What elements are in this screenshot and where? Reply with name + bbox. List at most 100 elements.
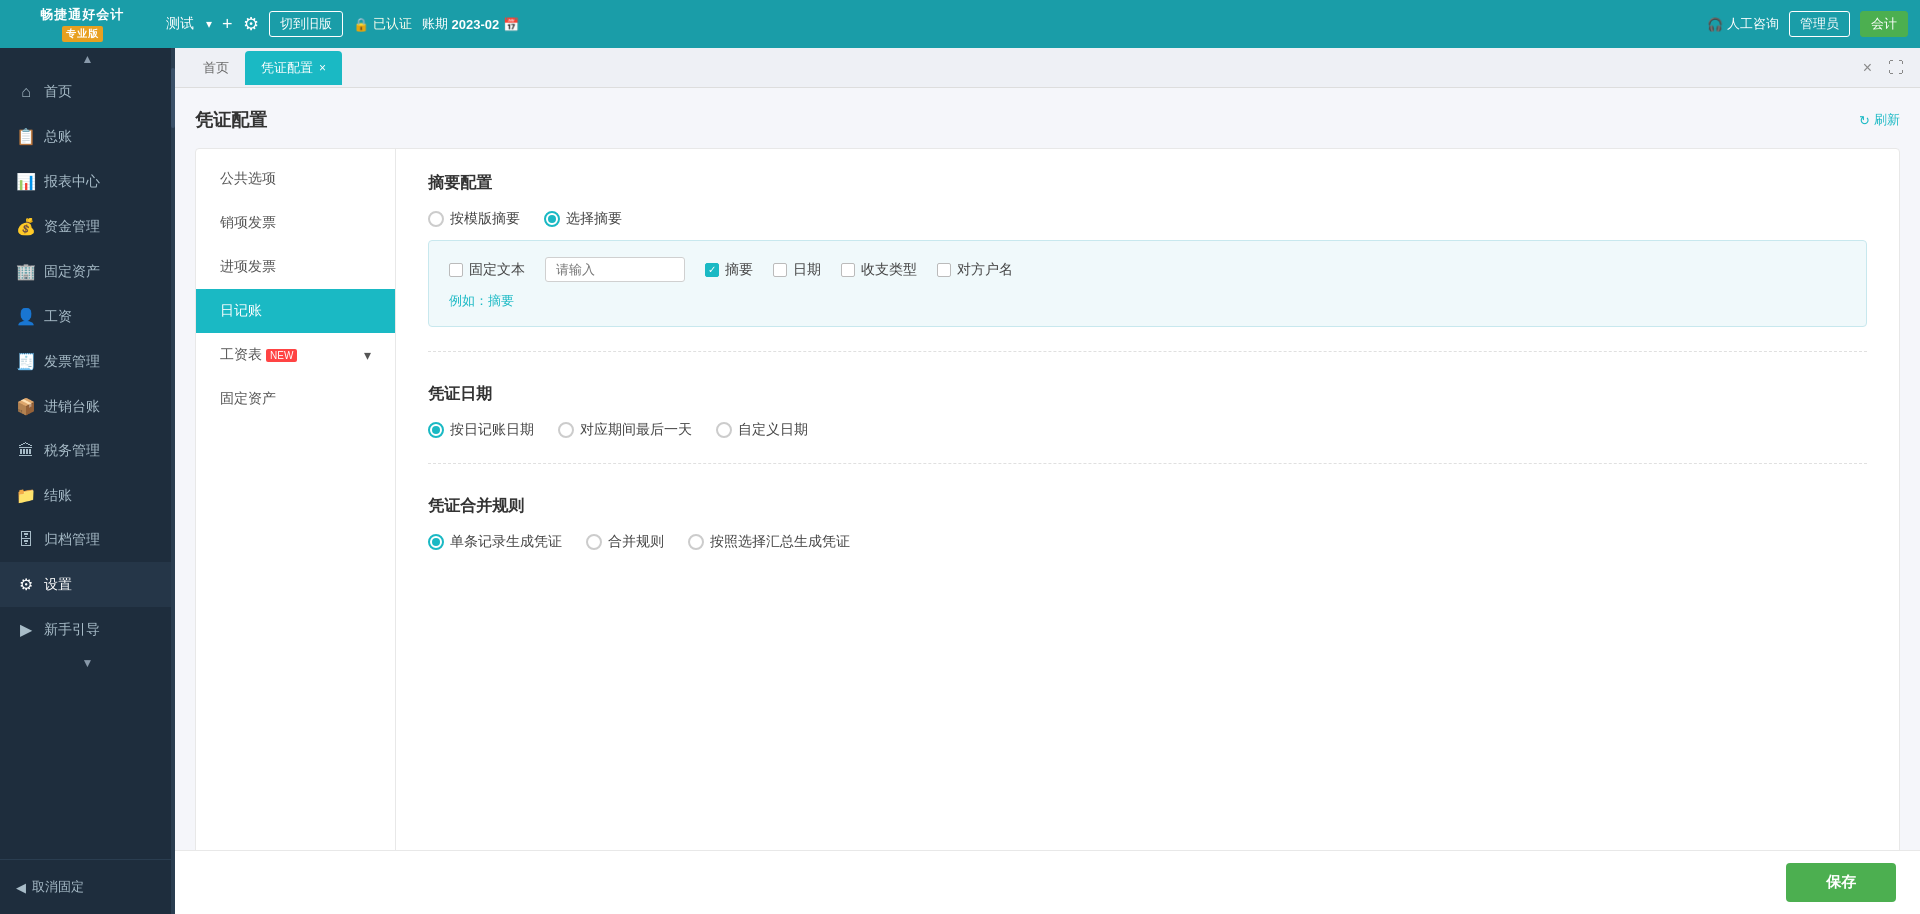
summary-title: 摘要配置 [428,173,1867,194]
refresh-button[interactable]: ↻ 刷新 [1859,111,1900,129]
old-version-button[interactable]: 切到旧版 [269,11,343,37]
calendar-icon[interactable]: 📅 [503,17,519,32]
date-radio-journal[interactable]: 按日记账日期 [428,421,534,439]
sidebar-item-home[interactable]: ⌂ 首页 [0,70,175,114]
header-right: 🎧 人工咨询 管理员 会计 [1707,11,1908,37]
capital-icon: 💰 [16,217,36,236]
sidebar-item-sales[interactable]: 📦 进销台账 [0,384,175,429]
sidebar-label-capital: 资金管理 [44,218,100,236]
logo-sub: 专业版 [62,26,103,42]
merge-radio-group: 单条记录生成凭证 合并规则 按照选择汇总生成凭证 [428,533,1867,551]
company-name: 测试 [166,15,194,33]
sidebar-item-tax[interactable]: 🏛 税务管理 [0,429,175,473]
archive-icon: 🗄 [16,531,36,549]
save-button[interactable]: 保存 [1786,863,1896,902]
summary-radio-template[interactable]: 按模版摘要 [428,210,520,228]
radio-rule-label: 合并规则 [608,533,664,551]
service-button[interactable]: 🎧 人工咨询 [1707,15,1779,33]
tab-controls: × ⛶ [1859,55,1908,81]
sidebar-item-archive[interactable]: 🗄 归档管理 [0,518,175,562]
left-nav-fixed-assets[interactable]: 固定资产 [196,377,395,421]
sidebar-label-tax: 税务管理 [44,442,100,460]
sidebar-item-assets[interactable]: 🏢 固定资产 [0,249,175,294]
close-window-icon[interactable]: × [1859,55,1876,81]
sidebar-item-invoice[interactable]: 🧾 发票管理 [0,339,175,384]
settings-icon: ⚙ [16,575,36,594]
radio-single-circle [428,534,444,550]
checkbox-inout-type[interactable]: 收支类型 [841,261,917,279]
checkbox-counterpart-label: 对方户名 [957,261,1013,279]
admin-button[interactable]: 管理员 [1789,11,1850,37]
summary-section: 摘要配置 按模版摘要 选择摘要 [428,173,1867,352]
cancel-fixed-button[interactable]: ◀ 取消固定 [0,868,175,906]
refresh-label: 刷新 [1874,111,1900,129]
radio-template-label: 按模版摘要 [450,210,520,228]
sidebar-bottom: ◀ 取消固定 [0,859,175,914]
sidebar-label-home: 首页 [44,83,72,101]
logo-area: 畅捷通好会计 专业版 [12,6,152,42]
sidebar-scroll-down[interactable]: ▼ [0,652,175,674]
date-section: 凭证日期 按日记账日期 对应期间最后一天 [428,384,1867,464]
sidebar-scroll-up[interactable]: ▲ [0,48,175,70]
company-dropdown-icon[interactable]: ▾ [206,17,212,31]
save-bar: 保存 [175,850,1920,914]
merge-section: 凭证合并规则 单条记录生成凭证 合并规则 [428,496,1867,575]
merge-radio-rule[interactable]: 合并规则 [586,533,664,551]
sidebar-label-invoice: 发票管理 [44,353,100,371]
tab-home[interactable]: 首页 [187,51,245,85]
tab-voucher-config-label: 凭证配置 [261,59,313,77]
fullscreen-icon[interactable]: ⛶ [1884,55,1908,81]
certified-icon: 🔒 [353,17,369,32]
left-nav-payroll[interactable]: 工资表 NEW ▾ [196,333,395,377]
left-nav: 公共选项 销项发票 进项发票 日记账 工资表 NEW ▾ [196,149,396,893]
sidebar-item-salary[interactable]: 👤 工资 [0,294,175,339]
sidebar-item-ledger[interactable]: 📋 总账 [0,114,175,159]
sidebar-item-guide[interactable]: ▶ 新手引导 [0,607,175,652]
merge-radio-select-merge[interactable]: 按照选择汇总生成凭证 [688,533,850,551]
sidebar-item-capital[interactable]: 💰 资金管理 [0,204,175,249]
checkbox-fixed-text[interactable]: 固定文本 [449,261,525,279]
tab-close-icon[interactable]: × [319,61,326,75]
radio-custom-label: 自定义日期 [738,421,808,439]
date-radio-period-last[interactable]: 对应期间最后一天 [558,421,692,439]
radio-rule-circle [586,534,602,550]
page-content: 凭证配置 ↻ 刷新 公共选项 销项发票 进项发票 [175,88,1920,914]
radio-single-label: 单条记录生成凭证 [450,533,562,551]
checkbox-counterpart[interactable]: 对方户名 [937,261,1013,279]
accountant-button[interactable]: 会计 [1860,11,1908,37]
date-radio-custom[interactable]: 自定义日期 [716,421,808,439]
left-nav-purchase-invoice[interactable]: 进项发票 [196,245,395,289]
sidebar-item-closing[interactable]: 📁 结账 [0,473,175,518]
tab-voucher-config[interactable]: 凭证配置 × [245,51,342,85]
guide-icon: ▶ [16,620,36,639]
tax-icon: 🏛 [16,442,36,460]
fixed-text-input[interactable] [545,257,685,282]
checkbox-date[interactable]: 日期 [773,261,821,279]
checkbox-summary-box: ✓ [705,263,719,277]
logo-text: 畅捷通好会计 [40,6,124,24]
left-nav-purchase-invoice-label: 进项发票 [220,258,276,276]
radio-select-merge-circle [688,534,704,550]
salary-icon: 👤 [16,307,36,326]
left-nav-public[interactable]: 公共选项 [196,157,395,201]
page-title: 凭证配置 [195,108,267,132]
settings-icon-button[interactable]: ⚙ [243,13,259,35]
left-nav-public-label: 公共选项 [220,170,276,188]
sidebar-label-sales: 进销台账 [44,398,100,416]
cancel-fixed-label: 取消固定 [32,878,84,896]
checkbox-summary[interactable]: ✓ 摘要 [705,261,753,279]
left-nav-journal[interactable]: 日记账 [196,289,395,333]
radio-select-merge-label: 按照选择汇总生成凭证 [710,533,850,551]
sidebar-item-settings[interactable]: ⚙ 设置 [0,562,175,607]
radio-period-last-circle [558,422,574,438]
left-nav-sales-invoice[interactable]: 销项发票 [196,201,395,245]
sidebar-label-reports: 报表中心 [44,173,100,191]
date-radio-group: 按日记账日期 对应期间最后一天 自定义日期 [428,421,1867,439]
new-badge: NEW [266,349,297,362]
sidebar-item-reports[interactable]: 📊 报表中心 [0,159,175,204]
add-button[interactable]: + [222,14,233,35]
period-info: 账期 2023-02 📅 [422,15,520,33]
left-nav-sales-invoice-label: 销项发票 [220,214,276,232]
summary-radio-select[interactable]: 选择摘要 [544,210,622,228]
merge-radio-single[interactable]: 单条记录生成凭证 [428,533,562,551]
